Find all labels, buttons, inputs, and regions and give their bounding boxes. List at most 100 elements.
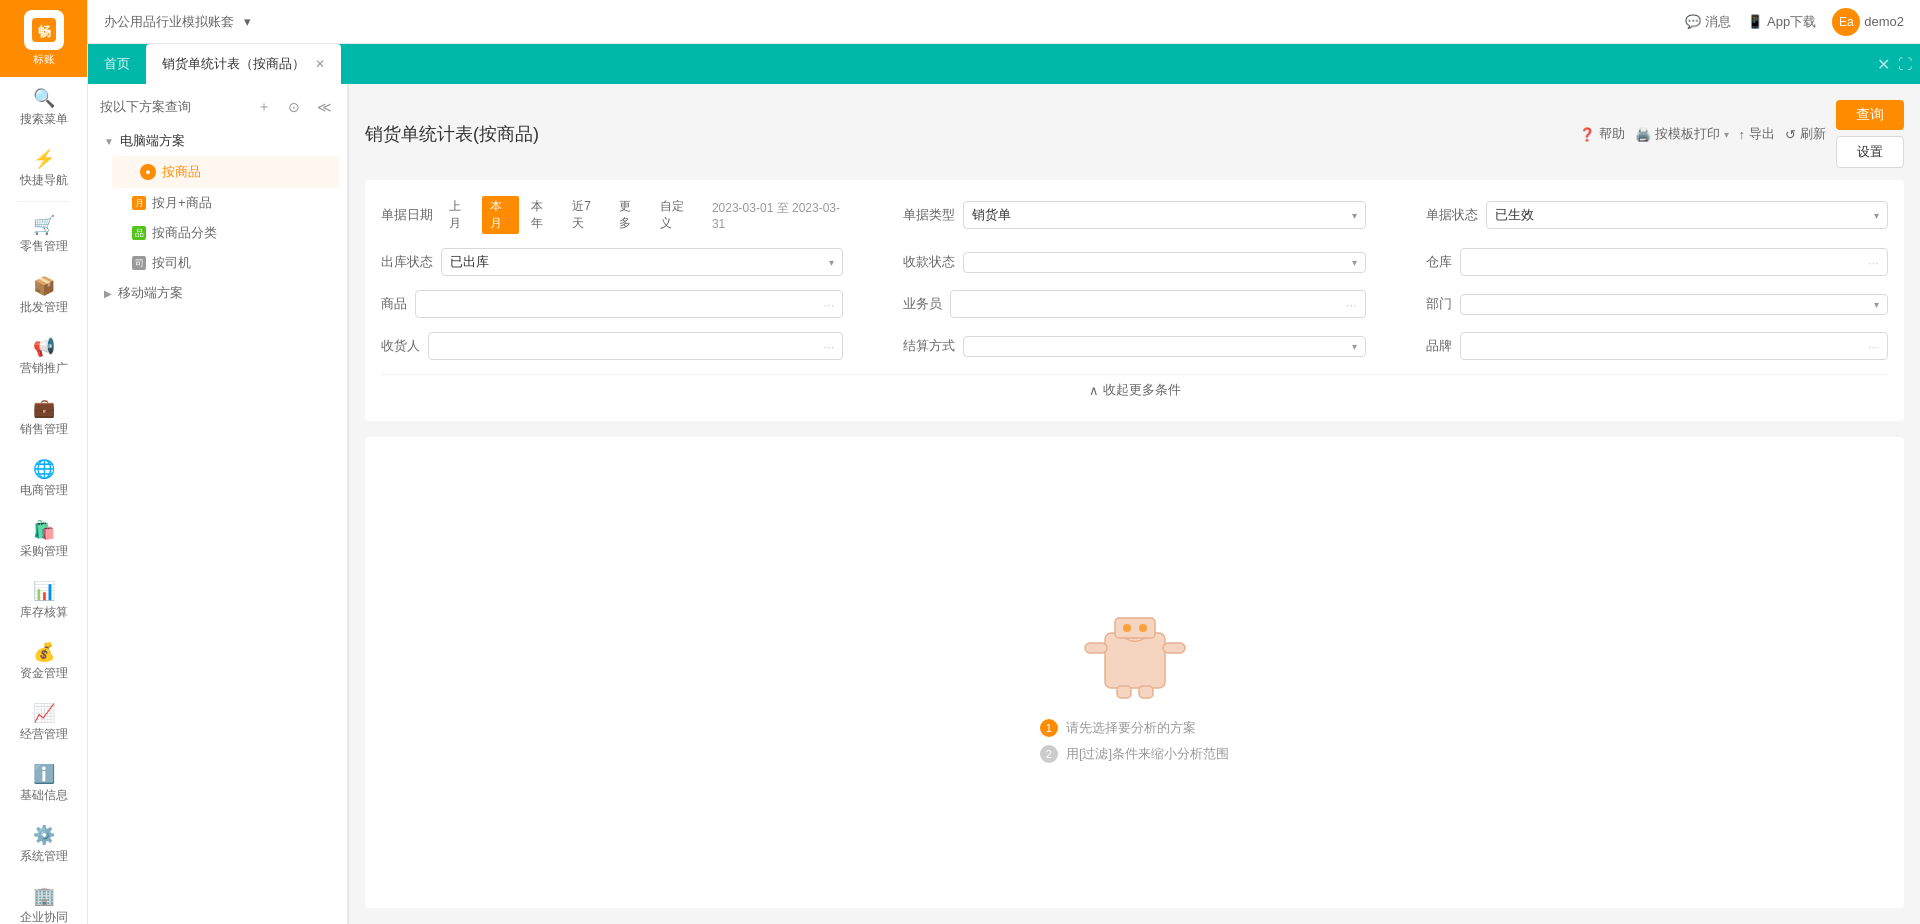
sidebar-item-system[interactable]: ⚙️ 系统管理 [0,814,87,875]
doc-status-select[interactable]: 已生效 ▾ [1486,201,1888,229]
mobile-scheme-group[interactable]: ▶ 移动端方案 [88,278,347,308]
scheme-item-by-goods[interactable]: ● 按商品 [112,156,339,188]
date-tab-custom[interactable]: 自定义 [652,196,700,234]
scheme-sub-item-category[interactable]: 品 按商品分类 [112,218,339,248]
sidebar-item-enterprise[interactable]: 🏢 企业协同 [0,875,87,924]
sidebar-item-inventory[interactable]: 📊 库存核算 [0,570,87,631]
collection-control: ▾ [963,252,1365,273]
sidebar-item-operations[interactable]: 📈 经营管理 [0,692,87,753]
empty-hints: 1 请先选择要分析的方案 2 用[过滤]条件来缩小分析范围 [1040,719,1229,763]
sidebar-item-label: 营销推广 [20,360,68,377]
settlement-select[interactable]: ▾ [963,336,1365,357]
sidebar-item-marketing[interactable]: 📢 营销推广 [0,326,87,387]
settlement-chevron-icon: ▾ [1352,341,1357,352]
sidebar-item-sales[interactable]: 💼 销售管理 [0,387,87,448]
sidebar-item-label: 电商管理 [20,482,68,499]
operations-icon: 📈 [33,702,55,724]
sidebar-item-purchase[interactable]: 🛍️ 采购管理 [0,509,87,570]
svg-rect-7 [1163,643,1185,653]
page-title-row: 销货单统计表(按商品) ❓ 帮助 🖨️ 按模板打印 ▾ ↑ 导出 [365,100,1904,168]
collection-select[interactable]: ▾ [963,252,1365,273]
sidebar-item-quick-nav[interactable]: ⚡ 快捷导航 [0,138,87,199]
user-area[interactable]: Ea demo2 [1832,8,1904,36]
topbar-left: 办公用品行业模拟账套 ▾ [104,13,251,31]
tab-home[interactable]: 首页 [88,44,146,84]
date-tab-this-year[interactable]: 本年 [523,196,560,234]
tab-fullscreen-icon[interactable]: ⛶ [1898,56,1912,72]
goods-input[interactable]: ··· [415,290,843,318]
brand-label: 品牌 [1426,337,1452,355]
doc-type-select[interactable]: 销货单 ▾ [963,201,1365,229]
dept-select[interactable]: ▾ [1460,294,1888,315]
sidebar-item-label: 企业协同 [20,909,68,924]
filter-settlement: 结算方式 ▾ [903,336,1365,357]
print-btn[interactable]: 🖨️ 按模板打印 ▾ [1635,125,1729,143]
scheme-sub-item-month-goods[interactable]: 月 按月+商品 [112,188,339,218]
pc-scheme-group-header[interactable]: ▼ 电脑端方案 [96,126,339,156]
warehouse2-control: ··· [1460,248,1888,276]
salesman-input[interactable]: ··· [950,290,1365,318]
warehouse2-input[interactable]: ··· [1460,248,1888,276]
edit-scheme-btn[interactable]: ⊙ [283,96,305,118]
collapse-chevron-icon: ∧ [1089,383,1099,398]
tab-close-window-icon[interactable]: ✕ [1877,55,1890,74]
sidebar-item-wholesale[interactable]: 📦 批发管理 [0,265,87,326]
ecom-icon: 🌐 [33,458,55,480]
collapse-more-btn[interactable]: ∧ 收起更多条件 [381,374,1888,405]
sidebar-item-finance[interactable]: 💰 资金管理 [0,631,87,692]
query-button[interactable]: 查询 [1836,100,1904,130]
warehouse-status-control: 已出库 ▾ [441,248,843,276]
date-tab-this-month[interactable]: 本月 [482,196,519,234]
filter-salesman: 业务员 ··· [903,290,1365,318]
empty-state: 1 请先选择要分析的方案 2 用[过滤]条件来缩小分析范围 [365,437,1904,908]
topbar-dropdown-icon[interactable]: ▾ [244,14,251,29]
content-area: 按以下方案查询 ＋ ⊙ ≪ ▼ 电脑端方案 ● 按商品 [88,84,1920,924]
tab-sales-stat[interactable]: 销货单统计表（按商品） ✕ [146,44,341,84]
tab-close-icon[interactable]: ✕ [315,57,325,71]
date-tab-more[interactable]: 更多 [611,196,648,234]
brand-control: ··· [1460,332,1888,360]
goods-control: ··· [415,290,843,318]
settings-button[interactable]: 设置 [1836,136,1904,168]
export-btn[interactable]: ↑ 导出 [1739,125,1776,143]
salesman-label: 业务员 [903,295,942,313]
enterprise-icon: 🏢 [33,885,55,907]
help-btn[interactable]: ❓ 帮助 [1579,125,1625,143]
doc-type-value: 销货单 [972,206,1011,224]
add-scheme-btn[interactable]: ＋ [253,96,275,118]
sidebar-item-label: 搜索菜单 [20,111,68,128]
collapse-panel-btn[interactable]: ≪ [313,96,335,118]
sidebar-item-retail[interactable]: 🛒 零售管理 [0,204,87,265]
logo-area[interactable]: 畅 标账 [0,0,87,77]
sidebar-item-basics[interactable]: ℹ️ 基础信息 [0,753,87,814]
date-label: 单据日期 [381,206,433,224]
purchase-icon: 🛍️ [33,519,55,541]
sidebar-item-search[interactable]: 🔍 搜索菜单 [0,77,87,138]
date-tab-last-month[interactable]: 上月 [441,196,478,234]
brand-input[interactable]: ··· [1460,332,1888,360]
filter-area: 单据日期 上月 本月 本年 近7天 更多 自定义 2023-03-01 至 20… [365,180,1904,421]
refresh-btn[interactable]: ↺ 刷新 [1785,125,1826,143]
sidebar-item-label: 销售管理 [20,421,68,438]
message-btn[interactable]: 💬 消息 [1685,13,1731,31]
scheme-sub-item-depot[interactable]: 司 按司机 [112,248,339,278]
date-tabs: 上月 本月 本年 近7天 更多 自定义 [441,196,700,234]
empty-hint-2: 2 用[过滤]条件来缩小分析范围 [1040,745,1229,763]
pc-scheme-label: 电脑端方案 [120,132,185,150]
receiver-input[interactable]: ··· [428,332,843,360]
doc-status-control: 已生效 ▾ [1486,201,1888,229]
date-control: 上月 本月 本年 近7天 更多 自定义 2023-03-01 至 2023-03… [441,196,843,234]
filter-date: 单据日期 上月 本月 本年 近7天 更多 自定义 2023-03-01 至 20… [381,196,843,234]
svg-rect-6 [1085,643,1107,653]
app-download-btn[interactable]: 📱 App下载 [1747,13,1816,31]
settlement-control: ▾ [963,336,1365,357]
export-icon: ↑ [1739,127,1746,142]
date-tab-7days[interactable]: 近7天 [564,196,607,234]
dept-control: ▾ [1460,294,1888,315]
sidebar-item-ecom[interactable]: 🌐 电商管理 [0,448,87,509]
tabbar: 首页 销货单统计表（按商品） ✕ ✕ ⛶ [88,44,1920,84]
quick-nav-icon: ⚡ [33,148,55,170]
logo-text: 标账 [33,52,55,67]
dept-label: 部门 [1426,295,1452,313]
warehouse-status-select[interactable]: 已出库 ▾ [441,248,843,276]
